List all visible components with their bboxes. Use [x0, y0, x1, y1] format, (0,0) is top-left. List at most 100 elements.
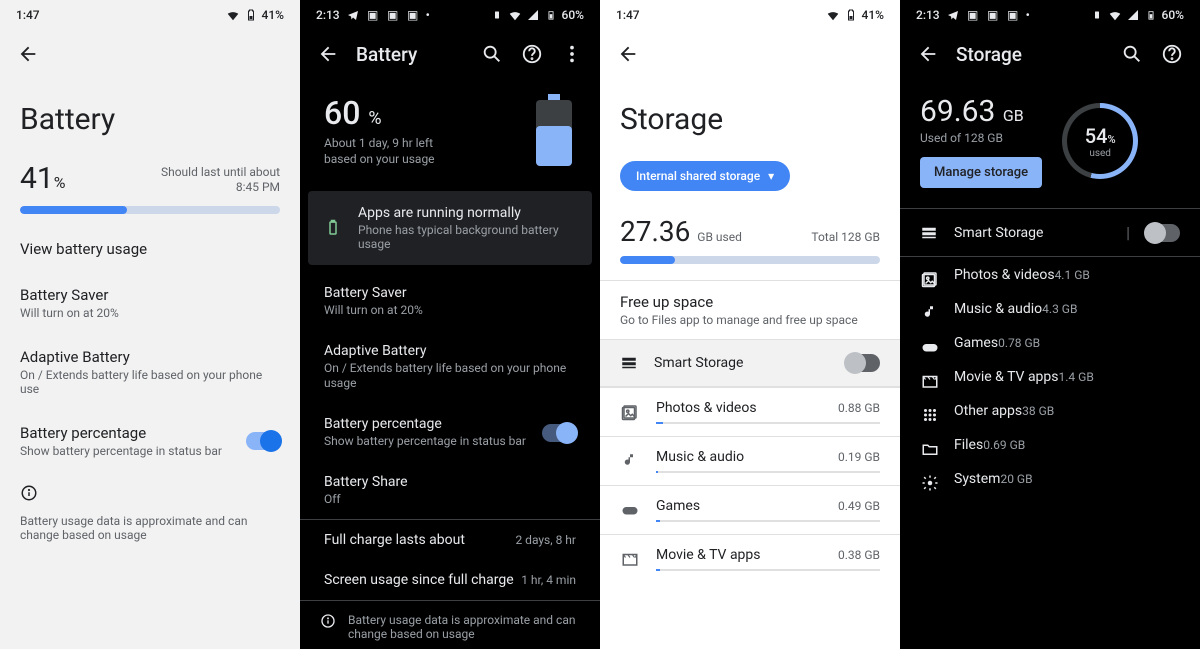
- search-icon[interactable]: [480, 42, 504, 66]
- image-icon: [920, 269, 940, 289]
- cat-name: System: [954, 471, 1000, 487]
- apps-icon: [920, 405, 940, 425]
- storage-category[interactable]: Movie & TV apps1.4 GB: [900, 359, 1200, 393]
- footer-text: Battery usage data is approximate and ca…: [348, 613, 580, 641]
- info-icon: [320, 613, 336, 629]
- storage-hero: 69.63 GB Used of 128 GB Manage storage 5…: [900, 78, 1200, 208]
- status-card[interactable]: Apps are running normallyPhone has typic…: [308, 191, 592, 265]
- vibrate-icon: [490, 8, 504, 22]
- top-bar: Storage: [900, 30, 1200, 78]
- help-icon[interactable]: [520, 42, 544, 66]
- storage-icon: [920, 224, 938, 242]
- item-title: Battery Saver: [324, 285, 576, 301]
- cat-name: Music & audio: [954, 301, 1042, 317]
- notif-icon: ▣: [966, 8, 980, 22]
- content: 60 % About 1 day, 9 hr leftbased on your…: [300, 78, 600, 649]
- battery-estimate: Should last until about8:45 PM: [161, 165, 280, 196]
- page-title: Battery: [356, 43, 464, 66]
- setting-item[interactable]: Battery SaverWill turn on at 20%: [0, 272, 300, 334]
- used-amount: 69.63 GB: [920, 94, 1042, 129]
- game-icon: [920, 337, 940, 357]
- cat-value: 0.78 GB: [998, 336, 1040, 350]
- storage-category[interactable]: Games0.49 GB: [600, 485, 900, 534]
- back-icon[interactable]: [316, 42, 340, 66]
- music-icon: [620, 451, 640, 471]
- battery-icon: [844, 8, 858, 22]
- cat-value: 4.1 GB: [1055, 268, 1090, 282]
- cat-bar: [656, 471, 880, 473]
- cat-value: 20 GB: [1000, 472, 1032, 486]
- storage-category[interactable]: Music & audio4.3 GB: [900, 291, 1200, 325]
- notif-icon: ▣: [406, 8, 420, 22]
- status-bar: 1:47 41%: [600, 0, 900, 30]
- cat-bar: [656, 569, 880, 571]
- cat-name: Other apps: [954, 403, 1022, 419]
- cat-value: 38 GB: [1022, 404, 1054, 418]
- storage-category[interactable]: Games0.78 GB: [900, 325, 1200, 359]
- setting-item[interactable]: Battery ShareOff: [300, 462, 600, 520]
- back-icon[interactable]: [916, 42, 940, 66]
- setting-item[interactable]: Battery SaverWill turn on at 20%: [300, 273, 600, 331]
- free-up-space[interactable]: Free up spaceGo to Files app to manage a…: [600, 280, 900, 339]
- pane-storage-light: 1:47 41% Storage Internal shared storage…: [600, 0, 900, 649]
- telegram-icon: [946, 8, 960, 22]
- smart-storage-toggle[interactable]: [1146, 224, 1180, 242]
- more-icon[interactable]: [560, 42, 584, 66]
- info-icon: [20, 484, 38, 502]
- storage-category[interactable]: Movie & TV apps0.38 GB: [600, 534, 900, 583]
- search-icon[interactable]: [1120, 42, 1144, 66]
- cat-value: 4.3 GB: [1042, 302, 1077, 316]
- cat-name: Music & audio: [656, 449, 744, 465]
- wifi-icon: [826, 8, 840, 22]
- back-icon[interactable]: [16, 42, 40, 66]
- page-title: Storage: [956, 43, 1104, 66]
- help-icon[interactable]: [1160, 42, 1184, 66]
- status-right: 41%: [226, 8, 284, 22]
- storage-category[interactable]: Files0.69 GB: [900, 427, 1200, 461]
- storage-chip[interactable]: Internal shared storage▾: [620, 161, 790, 191]
- setting-item[interactable]: View battery usage: [0, 226, 300, 272]
- smart-storage-toggle[interactable]: [846, 354, 880, 372]
- manage-storage-button[interactable]: Manage storage: [920, 157, 1042, 188]
- status-battery-pct: 41%: [862, 8, 884, 22]
- status-battery-pct: 60%: [1162, 8, 1184, 22]
- status-bar: 1:47 41%: [0, 0, 300, 30]
- cat-value: 0.49 GB: [838, 499, 880, 513]
- stat-row[interactable]: Screen usage since full charge1 hr, 4 mi…: [300, 560, 600, 600]
- status-battery-pct: 60%: [562, 8, 584, 22]
- storage-category[interactable]: System20 GB: [900, 461, 1200, 495]
- content: Battery 41% Should last until about8:45 …: [0, 78, 300, 649]
- storage-category[interactable]: Photos & videos0.88 GB: [600, 387, 900, 436]
- toggle[interactable]: [246, 432, 280, 450]
- back-icon[interactable]: [616, 42, 640, 66]
- toggle[interactable]: [542, 424, 576, 442]
- telegram-icon: [346, 8, 360, 22]
- stat-row[interactable]: Full charge lasts about2 days, 8 hr: [300, 520, 600, 560]
- smart-storage-row[interactable]: Smart Storage |: [900, 208, 1200, 257]
- setting-item[interactable]: Battery percentageShow battery percentag…: [300, 404, 600, 462]
- battery-bar: [20, 206, 280, 214]
- smart-storage-row[interactable]: Smart Storage: [600, 339, 900, 387]
- battery-estimate: About 1 day, 9 hr leftbased on your usag…: [324, 136, 512, 167]
- setting-item[interactable]: Adaptive BatteryOn / Extends battery lif…: [0, 334, 300, 410]
- stat-label: Screen usage since full charge: [324, 572, 514, 588]
- setting-item[interactable]: Battery percentageShow battery percentag…: [0, 410, 300, 472]
- signal-icon: [1126, 8, 1140, 22]
- cat-value: 0.38 GB: [838, 548, 880, 562]
- storage-category[interactable]: Music & audio0.19 GB: [600, 436, 900, 485]
- card-title: Apps are running normally: [358, 205, 576, 221]
- setting-item[interactable]: Adaptive BatteryOn / Extends battery lif…: [300, 331, 600, 404]
- more-icon: •: [1026, 8, 1030, 22]
- battery-percent: 41%: [20, 161, 65, 196]
- cat-value: 0.88 GB: [838, 401, 880, 415]
- storage-category[interactable]: Other apps38 GB: [900, 393, 1200, 427]
- storage-category[interactable]: Photos & videos4.1 GB: [900, 257, 1200, 291]
- top-bar: [600, 30, 900, 78]
- item-title: Battery Share: [324, 474, 576, 490]
- image-icon: [620, 402, 640, 422]
- chevron-down-icon: ▾: [768, 169, 774, 183]
- system-icon: [920, 473, 940, 493]
- wifi-icon: [1108, 8, 1122, 22]
- battery-icon: [244, 8, 258, 22]
- wifi-icon: [508, 8, 522, 22]
